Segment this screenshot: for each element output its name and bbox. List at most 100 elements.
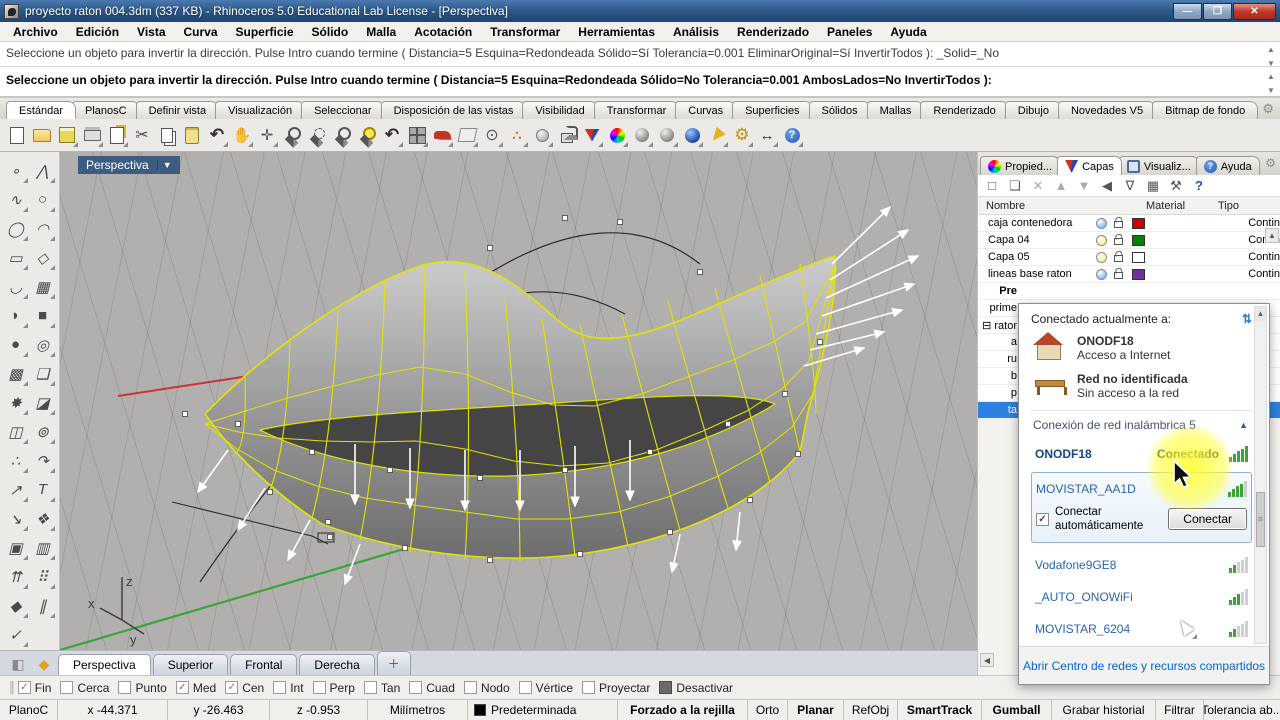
named-view-icon[interactable] [430,122,454,148]
collapse-chevron-icon[interactable]: ▲ [1239,420,1248,430]
status-cell[interactable]: PlanoC [0,700,58,720]
check-icon[interactable]: ✓ [3,620,29,649]
osnap-toggle[interactable]: Proyectar [582,681,650,695]
help-icon[interactable] [780,122,804,148]
panel-tab[interactable]: Capas [1057,156,1122,175]
column-type[interactable]: Tipo [1218,200,1280,212]
rendered-mode-icon[interactable] [680,122,704,148]
osnap-toggle[interactable]: Med [175,681,216,695]
status-cell[interactable]: RefObj [844,700,898,720]
toolbar-tab[interactable]: Disposición de las vistas [380,101,527,119]
panel-tab[interactable]: Visualiz... [1118,156,1199,175]
polygon-icon[interactable]: ◇ [30,243,56,272]
arc-icon[interactable]: ◠ [30,214,56,243]
osnap-checkbox[interactable] [463,681,477,694]
status-cell[interactable]: Planar [788,700,844,720]
layer-lock-icon[interactable] [1114,221,1123,228]
toolbar-tab[interactable]: Transformar [593,101,680,119]
toolbar-tab[interactable]: Renderizado [920,101,1009,119]
layer-visibility-bulb-icon[interactable] [1096,268,1107,280]
rectangle-icon[interactable]: ▭ [3,243,29,272]
color-wheel-icon[interactable] [605,122,629,148]
menu-item[interactable]: Superficie [227,23,303,41]
osnap-toggle[interactable]: Cen [225,681,264,695]
viewport-corner-icon-gray[interactable]: ◧ [6,654,30,674]
layer-lock-icon[interactable] [1114,272,1123,279]
status-cell[interactable]: x -44.371 [58,700,168,720]
ghosted-mode-icon[interactable] [655,122,679,148]
toolbar-tab[interactable]: PlanosC [72,101,140,119]
osnap-toggle[interactable]: Nodo [463,681,510,695]
cut-icon[interactable] [130,122,154,148]
save-icon[interactable] [55,122,79,148]
osnap-toggle[interactable]: Fin [17,681,51,695]
osnap-checkbox[interactable] [175,681,189,694]
osnap-toggle[interactable]: Int [273,681,304,695]
rebuild-icon[interactable]: ↗ [3,475,29,504]
status-cell[interactable]: z -0.953 [270,700,368,720]
viewport-layout-icon[interactable] [405,122,429,148]
collapse-icon[interactable]: ◀ [1099,178,1115,194]
panel-scroll-left-button[interactable]: ◀ [980,653,994,667]
layer-color-swatch[interactable] [1132,234,1145,246]
status-cell[interactable]: Predeterminada [468,700,618,720]
osnap-checkbox[interactable] [363,681,377,694]
layer-visibility-bulb-icon[interactable] [1096,251,1107,263]
options-icon[interactable] [730,122,754,148]
layer-color-swatch[interactable] [1132,268,1145,280]
undo-icon[interactable] [205,122,229,148]
viewport-corner-icon-orange[interactable]: ◆ [32,654,56,674]
menu-item[interactable]: Herramientas [569,23,664,41]
scale-icon[interactable]: ↘ [3,504,29,533]
boolean-union-icon[interactable]: ❑ [30,359,56,388]
osnap-icon[interactable] [480,122,504,148]
new-document-icon[interactable] [5,122,29,148]
move-up-icon[interactable]: ▲ [1053,178,1069,193]
viewport-title[interactable]: Perspectiva ▼ [78,156,180,174]
render-icon[interactable] [580,122,604,148]
panel-scroll-up-button[interactable]: ▲ [1265,228,1279,243]
circle-icon[interactable]: ○ [30,185,56,214]
menu-item[interactable]: Archivo [4,23,67,41]
menu-item[interactable]: Malla [357,23,405,41]
polyline-icon[interactable]: ⋀ [30,156,56,185]
layer-linetype[interactable]: Contin [1151,251,1280,263]
box-icon[interactable]: ■ [30,301,56,330]
toolbar-tab[interactable]: Mallas [866,101,925,119]
osnap-checkbox[interactable] [409,681,423,694]
add-viewport-tab-button[interactable]: ＋ [376,651,411,675]
curved-surface-icon[interactable]: ◗ [3,301,29,330]
menu-item[interactable]: Análisis [664,23,728,41]
minimize-button[interactable]: — [1173,2,1202,20]
osnap-checkbox[interactable] [60,681,74,694]
network-item[interactable]: MOVISTAR_6204 [1031,613,1252,644]
curve-icon[interactable]: ∿ [3,185,29,214]
layer-lock-icon[interactable] [1114,238,1123,245]
layer-color-swatch[interactable] [1132,251,1145,263]
move-icon[interactable]: ❖ [30,504,56,533]
toolbar-tab[interactable]: Seleccionar [301,101,385,119]
layer-visibility-bulb-icon[interactable] [1096,217,1107,229]
layer-color-swatch[interactable] [1132,217,1145,229]
paste-icon[interactable] [180,122,204,148]
toolbar-tab[interactable]: Estándar [6,101,77,119]
osnap-grip[interactable]: ║ [8,682,16,694]
ellipse-icon[interactable]: ◯ [3,214,29,243]
export-icon[interactable] [105,122,129,148]
osnap-toggle[interactable]: Vértice [518,681,573,695]
zoom-selected-icon[interactable] [355,122,379,148]
status-cell[interactable]: Tolerancia ab... [1204,700,1280,720]
open-network-center-link[interactable]: Abrir Centro de redes y recursos compart… [1023,659,1265,673]
toolbar-tab[interactable]: Curvas [675,101,737,119]
osnap-checkbox[interactable] [273,681,287,694]
menu-item[interactable]: Ayuda [881,23,935,41]
layer-row[interactable]: Capa 05 Contin [978,249,1280,266]
osnap-checkbox[interactable] [118,681,132,694]
network-item[interactable]: Vodafone9GE8 [1031,549,1252,581]
layer-row-clipped[interactable]: Pre [978,283,1280,300]
toolbar-tab[interactable]: Bitmap de fondo [1152,101,1259,119]
viewport-tab[interactable]: Frontal [230,654,298,675]
column-name[interactable]: Nombre [978,200,1146,212]
rotate-view-icon[interactable] [255,122,279,148]
mesh-surface-icon[interactable]: ▩ [3,359,29,388]
